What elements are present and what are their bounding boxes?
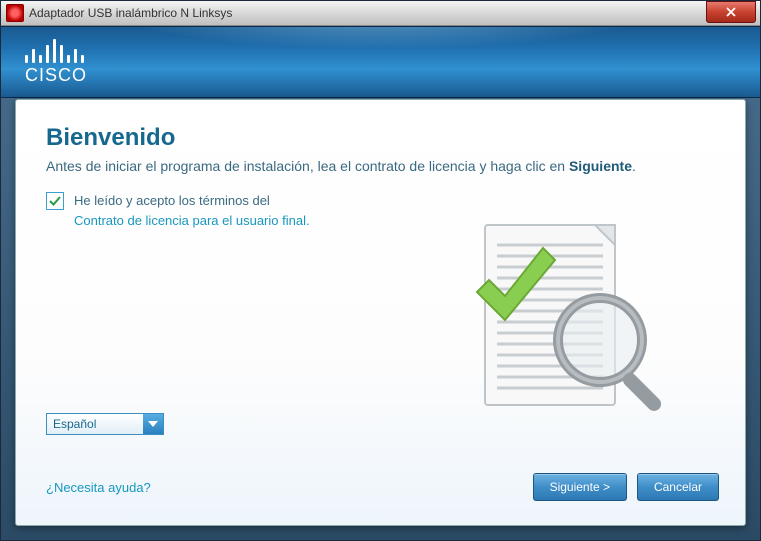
- cisco-logo: CISCO: [25, 39, 87, 86]
- agreement-text: He leído y acepto los términos del: [74, 193, 270, 208]
- agree-checkbox[interactable]: [46, 192, 64, 210]
- cisco-text: CISCO: [25, 65, 87, 86]
- subtitle-prefix: Antes de iniciar el programa de instalac…: [46, 158, 569, 174]
- eula-link[interactable]: Contrato de licencia para el usuario fin…: [74, 212, 310, 230]
- language-select[interactable]: Español: [46, 413, 164, 435]
- document-illustration-icon: [455, 220, 675, 420]
- subtitle-suffix: .: [632, 158, 636, 174]
- page-title: Bienvenido: [46, 124, 715, 152]
- titlebar: Adaptador USB inalámbrico N Linksys: [1, 1, 760, 26]
- checkmark-icon: [49, 195, 61, 207]
- help-link[interactable]: ¿Necesita ayuda?: [46, 480, 151, 495]
- close-button[interactable]: [706, 1, 756, 23]
- cancel-button[interactable]: Cancelar: [637, 473, 719, 501]
- language-selected: Español: [47, 417, 143, 431]
- button-row: Siguiente > Cancelar: [533, 473, 719, 501]
- page-subtitle: Antes de iniciar el programa de instalac…: [46, 158, 715, 174]
- installer-window: Adaptador USB inalámbrico N Linksys CISC…: [0, 0, 761, 541]
- subtitle-bold: Siguiente: [569, 158, 632, 174]
- close-icon: [725, 7, 737, 17]
- agreement-text-block: He leído y acepto los términos del Contr…: [74, 192, 310, 230]
- dropdown-arrow-icon: [143, 414, 163, 434]
- app-icon: [6, 4, 24, 22]
- window-title: Adaptador USB inalámbrico N Linksys: [29, 6, 706, 20]
- content-panel: Bienvenido Antes de iniciar el programa …: [15, 99, 746, 526]
- next-button[interactable]: Siguiente >: [533, 473, 627, 501]
- header-band: CISCO: [1, 26, 760, 98]
- cisco-bars-icon: [25, 39, 87, 63]
